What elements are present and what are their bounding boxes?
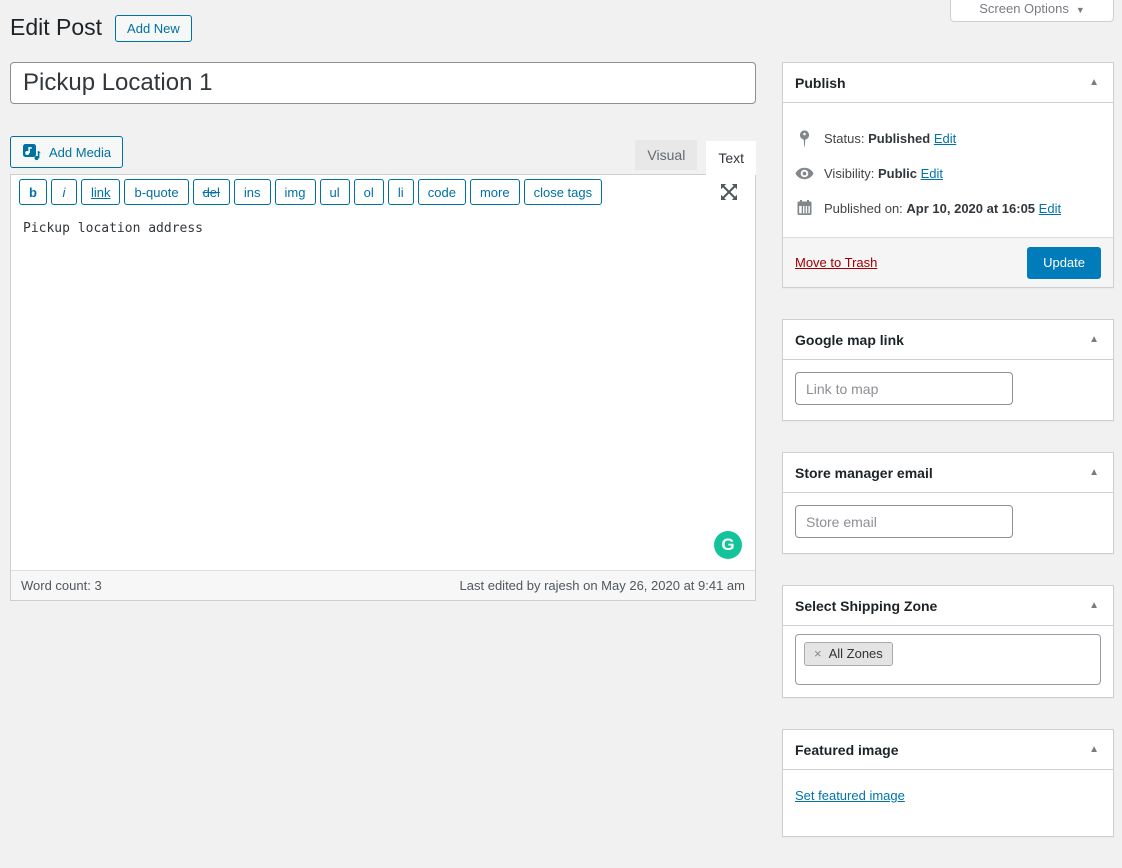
post-content-textarea[interactable]: Pickup location address bbox=[11, 209, 755, 570]
heading-row: Edit Post Add New bbox=[10, 12, 756, 44]
main-column: Edit Post Add New Add Media bbox=[10, 12, 756, 601]
page-title: Edit Post bbox=[10, 14, 103, 41]
quicktag-close-tags-button[interactable]: close tags bbox=[523, 179, 603, 205]
collapse-toggle-icon[interactable]: ▲ bbox=[1087, 598, 1101, 613]
google-map-link-header[interactable]: Google map link ▲ bbox=[783, 320, 1113, 360]
quicktag-link-button[interactable]: link bbox=[80, 179, 121, 205]
move-to-trash-link[interactable]: Move to Trash bbox=[795, 255, 877, 270]
published-on-text: Published on: Apr 10, 2020 at 16:05 Edit bbox=[824, 200, 1062, 216]
shipping-zone-box: Select Shipping Zone ▲ × All Zones bbox=[782, 585, 1114, 698]
quicktag-ins-button[interactable]: ins bbox=[233, 179, 271, 205]
screen-options-label: Screen Options bbox=[979, 1, 1069, 16]
expand-icon bbox=[719, 184, 739, 205]
shipping-zone-header[interactable]: Select Shipping Zone ▲ bbox=[783, 586, 1113, 626]
remove-zone-icon[interactable]: × bbox=[814, 646, 822, 661]
editor-statusbar: Word count: 3 Last edited by rajesh on M… bbox=[11, 570, 755, 600]
quicktag-ul-button[interactable]: ul bbox=[319, 179, 350, 205]
set-featured-image-link[interactable]: Set featured image bbox=[795, 788, 905, 803]
collapse-toggle-icon[interactable]: ▲ bbox=[1087, 465, 1101, 480]
publish-rows: Status: Published Edit Visibility: Publi… bbox=[783, 103, 1113, 237]
screen-options-button[interactable]: Screen Options ▼ bbox=[950, 0, 1114, 22]
google-map-link-body bbox=[783, 360, 1113, 420]
featured-image-box: Featured image ▲ Set featured image bbox=[782, 729, 1114, 837]
sidebar: Publish ▲ Status: Published Edit Visibil… bbox=[782, 62, 1114, 868]
visibility-edit-link[interactable]: Edit bbox=[921, 166, 943, 181]
collapse-toggle-icon[interactable]: ▲ bbox=[1087, 332, 1101, 347]
last-edited-text: Last edited by rajesh on May 26, 2020 at… bbox=[459, 578, 745, 593]
eye-icon bbox=[795, 167, 814, 180]
word-count-label: Word count: bbox=[21, 578, 91, 593]
quicktag-code-button[interactable]: code bbox=[417, 179, 466, 205]
update-button[interactable]: Update bbox=[1027, 246, 1101, 279]
google-map-link-title: Google map link bbox=[795, 331, 904, 348]
google-map-link-box: Google map link ▲ bbox=[782, 319, 1114, 421]
shipping-zone-body: × All Zones bbox=[783, 626, 1113, 697]
featured-image-header[interactable]: Featured image ▲ bbox=[783, 730, 1113, 770]
published-on-row: Published on: Apr 10, 2020 at 16:05 Edit bbox=[795, 200, 1101, 216]
publish-footer: Move to Trash Update bbox=[783, 237, 1113, 287]
chevron-down-icon: ▼ bbox=[1075, 5, 1085, 15]
visibility-text: Visibility: Public Edit bbox=[824, 166, 944, 181]
shipping-zone-title: Select Shipping Zone bbox=[795, 597, 938, 614]
text-editor-container: b i link b-quote del ins img ul ol li co… bbox=[10, 174, 756, 601]
collapse-toggle-icon[interactable]: ▲ bbox=[1087, 742, 1101, 757]
quicktag-italic-button[interactable]: i bbox=[50, 179, 77, 205]
store-manager-email-header[interactable]: Store manager email ▲ bbox=[783, 453, 1113, 493]
store-manager-email-body bbox=[783, 493, 1113, 553]
store-manager-email-box: Store manager email ▲ bbox=[782, 452, 1114, 554]
tab-visual[interactable]: Visual bbox=[635, 140, 698, 170]
pin-icon bbox=[795, 130, 814, 147]
add-media-button[interactable]: Add Media bbox=[10, 136, 124, 168]
quicktag-img-button[interactable]: img bbox=[274, 179, 316, 205]
quicktag-li-button[interactable]: li bbox=[387, 179, 414, 205]
word-count: Word count: 3 bbox=[21, 578, 102, 593]
publish-box-header[interactable]: Publish ▲ bbox=[783, 63, 1113, 103]
status-edit-link[interactable]: Edit bbox=[934, 131, 956, 146]
featured-image-body: Set featured image bbox=[783, 770, 1113, 836]
fullscreen-expand-button[interactable] bbox=[717, 180, 741, 204]
quicktag-more-button[interactable]: more bbox=[469, 179, 520, 205]
collapse-toggle-icon[interactable]: ▲ bbox=[1087, 75, 1101, 90]
editor-body: Pickup location address G bbox=[11, 209, 755, 570]
editor-header: Add Media Visual Text bbox=[10, 136, 756, 175]
post-title-input[interactable] bbox=[10, 62, 756, 104]
visibility-row: Visibility: Public Edit bbox=[795, 166, 1101, 181]
quicktag-bold-button[interactable]: b bbox=[19, 179, 47, 205]
status-text: Status: Published Edit bbox=[824, 131, 957, 146]
word-count-value: 3 bbox=[94, 578, 102, 593]
add-media-label: Add Media bbox=[49, 144, 112, 160]
quicktag-blockquote-button[interactable]: b-quote bbox=[124, 179, 189, 205]
featured-image-title: Featured image bbox=[795, 741, 899, 758]
media-icon bbox=[22, 142, 42, 162]
map-link-input[interactable] bbox=[795, 372, 1013, 405]
add-new-button[interactable]: Add New bbox=[115, 14, 192, 42]
store-email-input[interactable] bbox=[795, 505, 1013, 538]
publish-box-title: Publish bbox=[795, 74, 846, 91]
status-row: Status: Published Edit bbox=[795, 130, 1101, 147]
shipping-zone-multiselect[interactable]: × All Zones bbox=[795, 634, 1101, 685]
published-edit-link[interactable]: Edit bbox=[1039, 201, 1061, 216]
content-area: Edit Post Add New Add Media bbox=[0, 0, 1122, 868]
calendar-icon bbox=[795, 200, 814, 216]
quicktag-del-button[interactable]: del bbox=[192, 179, 230, 205]
publish-box: Publish ▲ Status: Published Edit Visibil… bbox=[782, 62, 1114, 288]
grammarly-icon[interactable]: G bbox=[714, 531, 742, 559]
quicktag-ol-button[interactable]: ol bbox=[353, 179, 384, 205]
tab-text[interactable]: Text bbox=[706, 141, 756, 175]
editor-mode-tabs: Visual Text bbox=[635, 140, 756, 175]
store-manager-email-title: Store manager email bbox=[795, 464, 933, 481]
zone-chip-label: All Zones bbox=[828, 646, 883, 661]
quicktags-toolbar: b i link b-quote del ins img ul ol li co… bbox=[11, 175, 755, 209]
zone-chip: × All Zones bbox=[804, 642, 893, 666]
